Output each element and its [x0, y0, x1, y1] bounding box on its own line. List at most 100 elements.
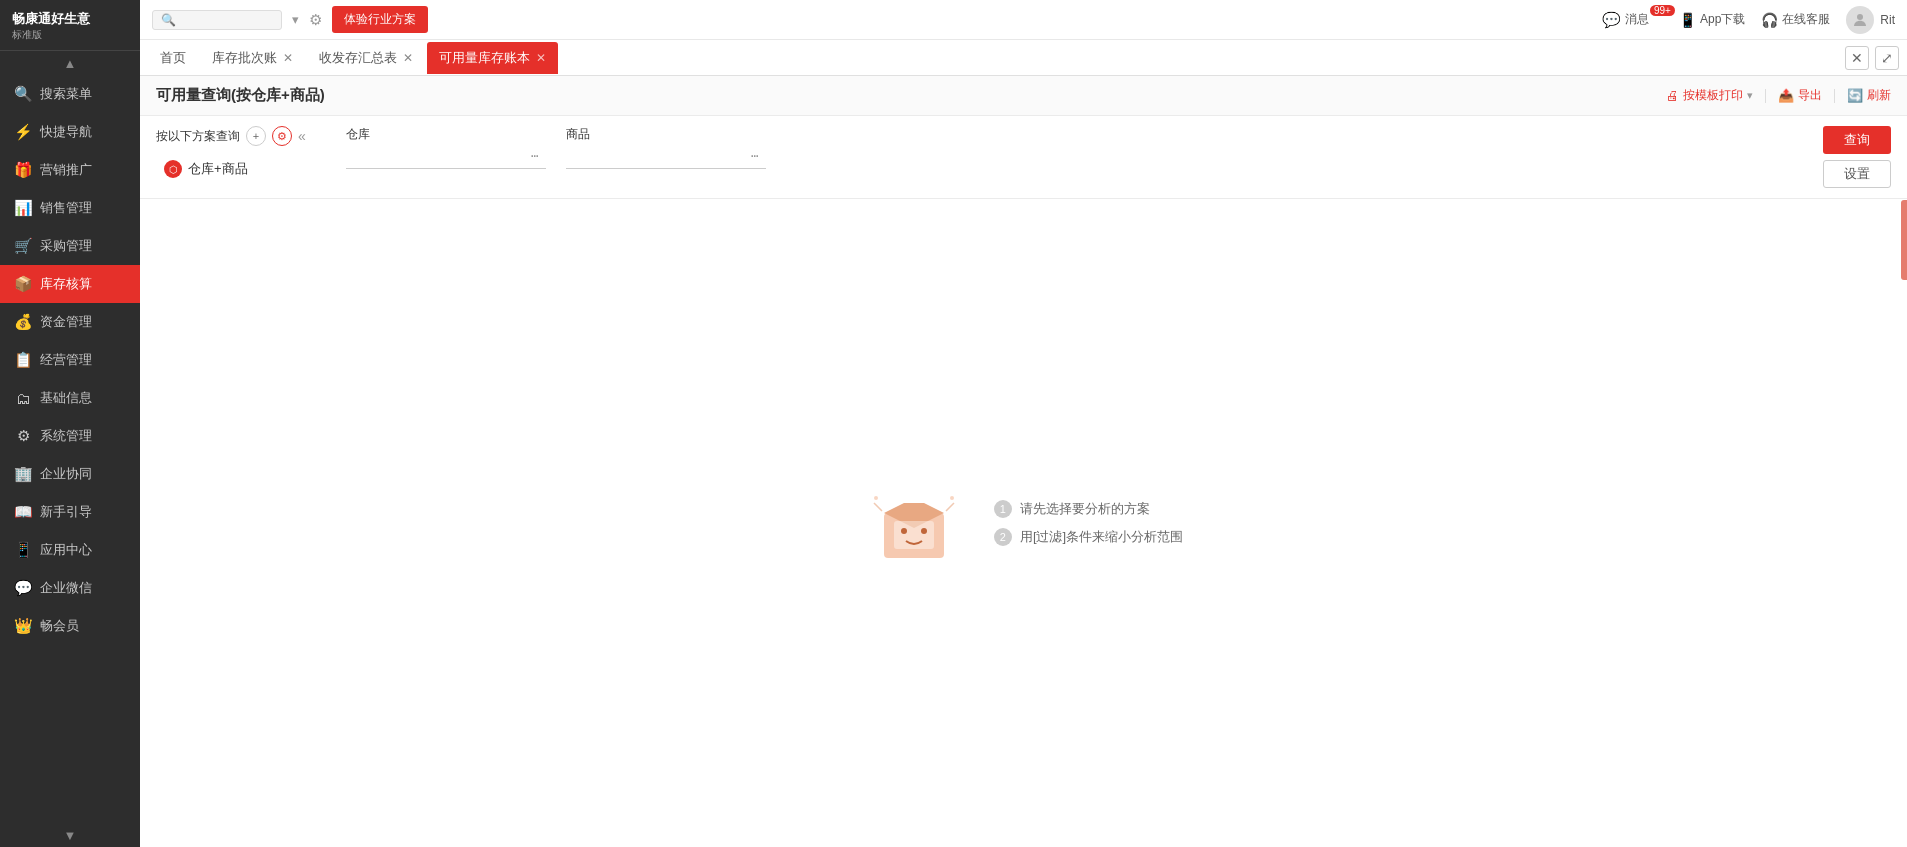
- scroll-up-btn[interactable]: ▲: [0, 51, 140, 75]
- search-icon: 🔍: [14, 85, 32, 103]
- collapse-btn[interactable]: «: [298, 128, 306, 144]
- sidebar-item-finance[interactable]: 💰 资金管理: [0, 303, 140, 341]
- warehouse-input[interactable]: [346, 149, 526, 163]
- print-label: 按模板打印: [1683, 87, 1743, 104]
- industry-solution-btn[interactable]: 体验行业方案: [332, 6, 428, 33]
- svg-point-8: [950, 496, 954, 500]
- sidebar-item-member[interactable]: 👑 畅会员: [0, 607, 140, 645]
- sidebar-item-wechat[interactable]: 💬 企业微信: [0, 569, 140, 607]
- service-icon: 🎧: [1761, 12, 1778, 28]
- wechat-icon: 💬: [14, 579, 32, 597]
- sidebar-item-operation[interactable]: 📋 经营管理: [0, 341, 140, 379]
- topbar-search-input[interactable]: [181, 13, 271, 27]
- sidebar-item-sales[interactable]: 📊 销售管理: [0, 189, 140, 227]
- sidebar-item-apps[interactable]: 📱 应用中心: [0, 531, 140, 569]
- export-label: 导出: [1798, 87, 1822, 104]
- tab-available-close[interactable]: ✕: [536, 52, 546, 64]
- right-scrollbar-indicator: [1901, 200, 1907, 280]
- tip-text-2: 用[过滤]条件来缩小分析范围: [1020, 528, 1183, 546]
- scheme-title-text: 按以下方案查询: [156, 128, 240, 145]
- svg-point-3: [901, 528, 907, 534]
- svg-line-5: [874, 503, 882, 511]
- apps-icon: 📱: [14, 541, 32, 559]
- scheme-item-icon: ⬡: [164, 160, 182, 178]
- empty-tip-2: 2 用[过滤]条件来缩小分析范围: [994, 528, 1183, 546]
- sidebar-label-system: 系统管理: [40, 427, 92, 445]
- scheme-item-warehouse[interactable]: ⬡ 仓库+商品: [156, 154, 336, 184]
- sidebar-label-marketing: 营销推广: [40, 161, 92, 179]
- notice-btn[interactable]: 💬 消息 99+: [1602, 11, 1663, 29]
- enterprise-icon: 🏢: [14, 465, 32, 483]
- export-btn[interactable]: 📤 导出: [1778, 87, 1822, 104]
- sidebar-label-operation: 经营管理: [40, 351, 92, 369]
- sidebar-label-inventory: 库存核算: [40, 275, 92, 293]
- user-area[interactable]: Rit: [1846, 6, 1895, 34]
- tabs-right-actions: ✕ ⤢: [1845, 46, 1899, 70]
- sidebar-nav: 🔍 搜索菜单 ⚡ 快捷导航 🎁 营销推广 📊 销售管理 🛒 采购管理 📦 库存核…: [0, 75, 140, 823]
- app-download-btn[interactable]: 📱 App下载: [1679, 11, 1745, 28]
- app-icon: 📱: [1679, 12, 1696, 28]
- sidebar: 畅康通好生意 标准版 ▲ 🔍 搜索菜单 ⚡ 快捷导航 🎁 营销推广 📊 销售管理…: [0, 0, 140, 847]
- tip-num-2: 2: [994, 528, 1012, 546]
- sidebar-item-purchase[interactable]: 🛒 采购管理: [0, 227, 140, 265]
- user-name: Rit: [1880, 13, 1895, 27]
- main-area: 🔍 ▾ ⚙ 体验行业方案 💬 消息 99+ 📱 App下载 🎧 在线客服: [140, 0, 1907, 847]
- sidebar-item-newbie[interactable]: 📖 新手引导: [0, 493, 140, 531]
- svg-point-4: [921, 528, 927, 534]
- sidebar-label-search: 搜索菜单: [40, 85, 92, 103]
- warehouse-more-btn[interactable]: ···: [530, 147, 537, 165]
- online-service-btn[interactable]: 🎧 在线客服: [1761, 11, 1830, 28]
- topbar-settings-icon[interactable]: ⚙: [309, 11, 322, 29]
- filter-area: 按以下方案查询 + ⚙ « ⬡ 仓库+商品 仓库 ···: [140, 116, 1907, 199]
- query-btn[interactable]: 查询: [1823, 126, 1891, 154]
- sidebar-item-system[interactable]: ⚙ 系统管理: [0, 417, 140, 455]
- sidebar-label-sales: 销售管理: [40, 199, 92, 217]
- print-btn[interactable]: 🖨 按模板打印 ▾: [1666, 87, 1753, 104]
- sidebar-item-enterprise[interactable]: 🏢 企业协同: [0, 455, 140, 493]
- scroll-down-btn[interactable]: ▼: [0, 823, 140, 847]
- scheme-settings-btn[interactable]: ⚙: [272, 126, 292, 146]
- tab-available[interactable]: 可用量库存账本 ✕: [427, 42, 558, 74]
- product-input[interactable]: [566, 149, 746, 163]
- tip-num-1: 1: [994, 500, 1012, 518]
- refresh-btn[interactable]: 🔄 刷新: [1847, 87, 1891, 104]
- purchase-icon: 🛒: [14, 237, 32, 255]
- topbar-search-box[interactable]: 🔍: [152, 10, 282, 30]
- refresh-label: 刷新: [1867, 87, 1891, 104]
- filter-field-warehouse: 仓库 ···: [346, 126, 546, 169]
- brand-subtitle: 标准版: [12, 28, 128, 42]
- tab-home[interactable]: 首页: [148, 42, 198, 74]
- product-more-btn[interactable]: ···: [750, 147, 757, 165]
- sidebar-item-inventory[interactable]: 📦 库存核算: [0, 265, 140, 303]
- sidebar-logo: 畅康通好生意 标准版: [0, 0, 140, 51]
- topbar-dropdown-icon[interactable]: ▾: [292, 12, 299, 27]
- sidebar-item-shortcut[interactable]: ⚡ 快捷导航: [0, 113, 140, 151]
- page-header-actions: 🖨 按模板打印 ▾ 📤 导出 🔄 刷新: [1666, 87, 1891, 104]
- tab-summary[interactable]: 收发存汇总表 ✕: [307, 42, 425, 74]
- tab-batch[interactable]: 库存批次账 ✕: [200, 42, 305, 74]
- tab-close-btn[interactable]: ✕: [1845, 46, 1869, 70]
- sidebar-item-basic[interactable]: 🗂 基础信息: [0, 379, 140, 417]
- empty-illustration: [864, 473, 964, 573]
- filter-field-product: 商品 ···: [566, 126, 766, 169]
- sidebar-item-marketing[interactable]: 🎁 营销推广: [0, 151, 140, 189]
- marketing-icon: 🎁: [14, 161, 32, 179]
- filter-settings-btn[interactable]: 设置: [1823, 160, 1891, 188]
- sidebar-label-newbie: 新手引导: [40, 503, 92, 521]
- add-scheme-btn[interactable]: +: [246, 126, 266, 146]
- member-icon: 👑: [14, 617, 32, 635]
- scheme-item-label: 仓库+商品: [188, 160, 248, 178]
- topbar-right: 💬 消息 99+ 📱 App下载 🎧 在线客服 Rit: [1602, 6, 1895, 34]
- tab-summary-label: 收发存汇总表: [319, 49, 397, 67]
- filter-scheme-title: 按以下方案查询 + ⚙ «: [156, 126, 336, 146]
- tab-summary-close[interactable]: ✕: [403, 52, 413, 64]
- tabs-bar: 首页 库存批次账 ✕ 收发存汇总表 ✕ 可用量库存账本 ✕ ✕ ⤢: [140, 40, 1907, 76]
- sidebar-item-search[interactable]: 🔍 搜索菜单: [0, 75, 140, 113]
- tab-home-label: 首页: [160, 49, 186, 67]
- print-dropdown-icon[interactable]: ▾: [1747, 89, 1753, 102]
- tab-expand-btn[interactable]: ⤢: [1875, 46, 1899, 70]
- app-label: App下载: [1700, 11, 1745, 28]
- svg-line-6: [946, 503, 954, 511]
- tab-batch-close[interactable]: ✕: [283, 52, 293, 64]
- newbie-icon: 📖: [14, 503, 32, 521]
